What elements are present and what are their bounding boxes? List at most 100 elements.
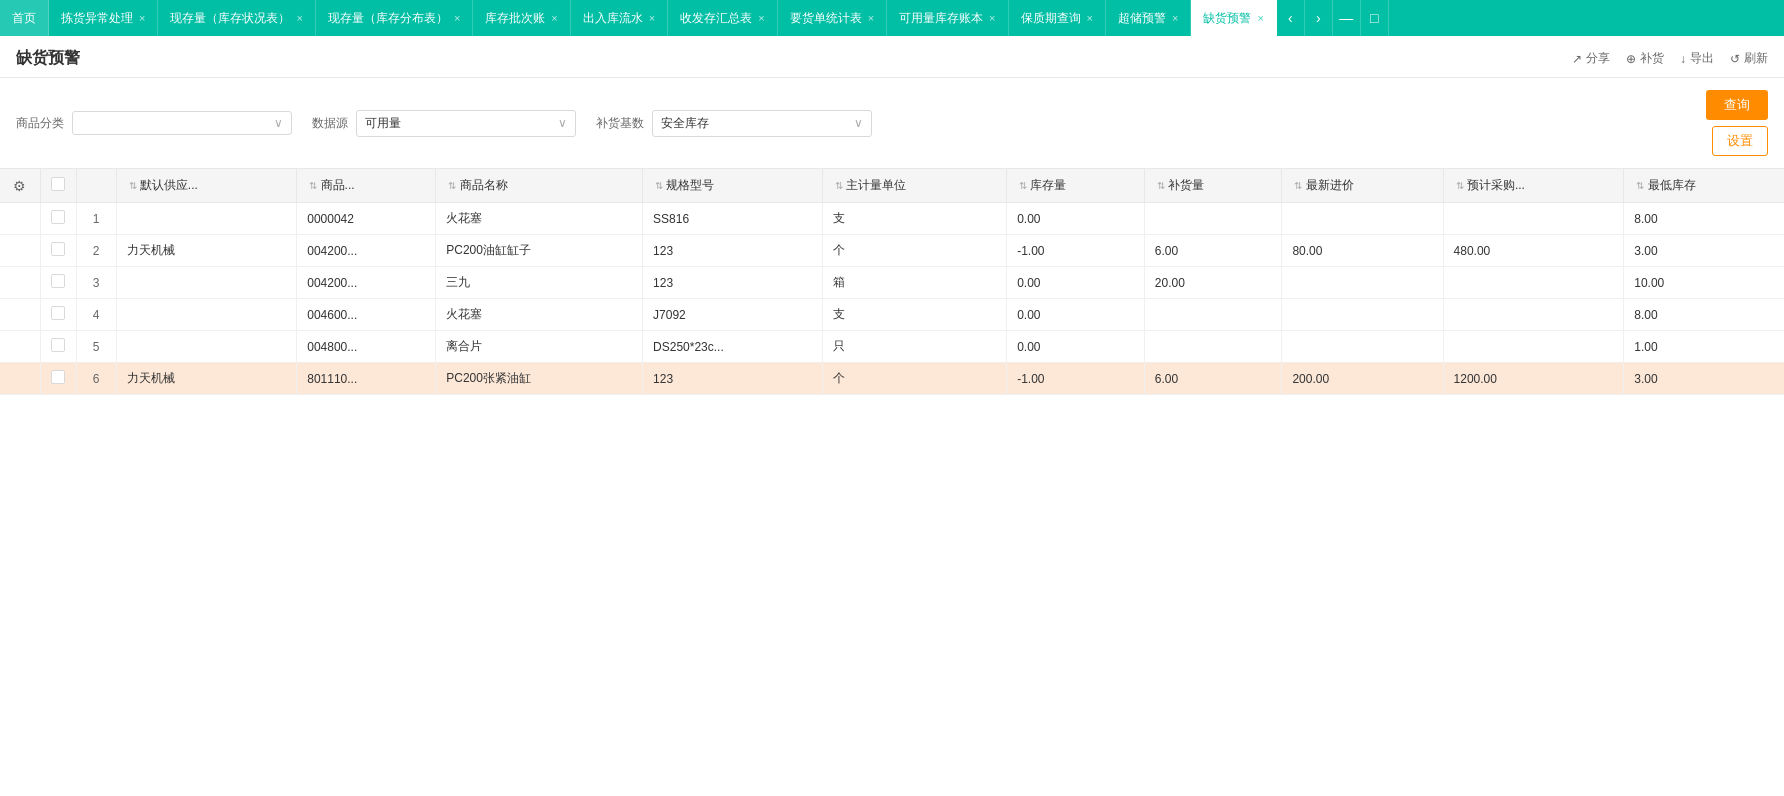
- row-replenish-qty: [1144, 299, 1282, 331]
- col-replenish-qty[interactable]: ⇅ 补货量: [1144, 169, 1282, 203]
- col-spec-model[interactable]: ⇅ 规格型号: [643, 169, 822, 203]
- close-inout-flow-tab[interactable]: ×: [649, 12, 655, 24]
- row-checkbox[interactable]: [51, 306, 65, 320]
- category-filter-group: 商品分类 ∨: [16, 111, 292, 135]
- col-product-name[interactable]: ⇅ 商品名称: [436, 169, 643, 203]
- tab-exception[interactable]: 拣货异常处理 ×: [49, 0, 158, 36]
- tab-inventory-dist[interactable]: 现存量（库存分布表） ×: [316, 0, 473, 36]
- close-available-ledger-tab[interactable]: ×: [989, 12, 995, 24]
- page-title: 缺货预警: [16, 48, 80, 69]
- tab-prev-button[interactable]: ‹: [1277, 0, 1305, 36]
- replenish-basis-filter-group: 补货基数 安全库存 ∨: [596, 110, 872, 137]
- close-inventory-dist-tab[interactable]: ×: [454, 12, 460, 24]
- tab-maximize-button[interactable]: □: [1361, 0, 1389, 36]
- row-spec-model: 123: [643, 363, 822, 395]
- tab-available-ledger[interactable]: 可用量库存账本 ×: [887, 0, 1008, 36]
- row-replenish-qty: [1144, 331, 1282, 363]
- replenish-basis-select[interactable]: 安全库存 ∨: [652, 110, 872, 137]
- tab-batch-account[interactable]: 库存批次账 ×: [473, 0, 570, 36]
- row-estimated-purchase: 480.00: [1443, 235, 1624, 267]
- tab-next-button[interactable]: ›: [1305, 0, 1333, 36]
- row-stock-qty: 0.00: [1007, 203, 1145, 235]
- replenish-basis-chevron-icon: ∨: [854, 116, 863, 130]
- close-batch-account-tab[interactable]: ×: [551, 12, 557, 24]
- row-product-code: 004800...: [297, 331, 436, 363]
- row-latest-price: [1282, 203, 1443, 235]
- query-button[interactable]: 查询: [1706, 90, 1768, 120]
- tab-expiry-query[interactable]: 保质期查询 ×: [1009, 0, 1106, 36]
- row-checkbox-cell: [40, 203, 76, 235]
- tab-overstock[interactable]: 超储预警 ×: [1106, 0, 1191, 36]
- col-product-code[interactable]: ⇅ 商品...: [297, 169, 436, 203]
- refresh-button[interactable]: ↺ 刷新: [1730, 50, 1768, 67]
- row-unit: 个: [822, 363, 1007, 395]
- row-latest-price: [1282, 331, 1443, 363]
- row-config: [0, 235, 40, 267]
- header-actions: ↗ 分享 ⊕ 补货 ↓ 导出 ↺ 刷新: [1572, 50, 1768, 67]
- col-default-supplier[interactable]: ⇅ 默认供应...: [116, 169, 297, 203]
- col-estimated-purchase[interactable]: ⇅ 预计采购...: [1443, 169, 1624, 203]
- row-checkbox-cell: [40, 331, 76, 363]
- select-all-checkbox[interactable]: [51, 177, 65, 191]
- row-default-supplier: 力天机械: [116, 235, 297, 267]
- row-product-code: 0000042: [297, 203, 436, 235]
- replenish-basis-value: 安全库存: [661, 115, 709, 132]
- row-checkbox-cell: [40, 235, 76, 267]
- close-overstock-tab[interactable]: ×: [1172, 12, 1178, 24]
- category-label: 商品分类: [16, 115, 64, 132]
- tab-inventory-status[interactable]: 现存量（库存状况表） ×: [158, 0, 315, 36]
- row-min-stock: 3.00: [1624, 235, 1784, 267]
- tab-inout-flow[interactable]: 出入库流水 ×: [571, 0, 668, 36]
- row-product-name: PC200张紧油缸: [436, 363, 643, 395]
- share-button[interactable]: ↗ 分享: [1572, 50, 1610, 67]
- row-num: 1: [76, 203, 116, 235]
- row-checkbox[interactable]: [51, 210, 65, 224]
- sort-icon: ⇅: [1294, 180, 1302, 191]
- tab-minimize-button[interactable]: —: [1333, 0, 1361, 36]
- close-expiry-query-tab[interactable]: ×: [1087, 12, 1093, 24]
- col-stock-qty[interactable]: ⇅ 库存量: [1007, 169, 1145, 203]
- category-select[interactable]: ∨: [72, 111, 292, 135]
- sort-icon: ⇅: [1456, 180, 1464, 191]
- row-checkbox[interactable]: [51, 370, 65, 384]
- tab-home[interactable]: 首页: [0, 0, 49, 36]
- close-shortage-tab[interactable]: ×: [1257, 12, 1263, 24]
- row-spec-model: 123: [643, 235, 822, 267]
- row-checkbox[interactable]: [51, 338, 65, 352]
- row-checkbox[interactable]: [51, 242, 65, 256]
- row-num: 3: [76, 267, 116, 299]
- row-checkbox[interactable]: [51, 274, 65, 288]
- row-config: [0, 331, 40, 363]
- replenish-icon: ⊕: [1626, 52, 1636, 66]
- close-receipt-summary-tab[interactable]: ×: [758, 12, 764, 24]
- tab-bar: 首页 拣货异常处理 × 现存量（库存状况表） × 现存量（库存分布表） × 库存…: [0, 0, 1784, 36]
- row-stock-qty: 0.00: [1007, 267, 1145, 299]
- col-unit[interactable]: ⇅ 主计量单位: [822, 169, 1007, 203]
- tab-shortage[interactable]: 缺货预警 ×: [1191, 0, 1276, 36]
- export-button[interactable]: ↓ 导出: [1680, 50, 1714, 67]
- filter-actions: 查询 设置: [1706, 90, 1768, 156]
- row-num: 2: [76, 235, 116, 267]
- tab-receipt-summary[interactable]: 收发存汇总表 ×: [668, 0, 777, 36]
- row-product-code: 004200...: [297, 267, 436, 299]
- close-order-stats-tab[interactable]: ×: [868, 12, 874, 24]
- settings-button[interactable]: 设置: [1712, 126, 1768, 156]
- close-exception-tab[interactable]: ×: [139, 12, 145, 24]
- close-inventory-status-tab[interactable]: ×: [296, 12, 302, 24]
- datasource-select[interactable]: 可用量 ∨: [356, 110, 576, 137]
- config-gear-icon[interactable]: ⚙: [13, 178, 26, 194]
- tab-order-stats[interactable]: 要货单统计表 ×: [778, 0, 887, 36]
- datasource-value: 可用量: [365, 115, 401, 132]
- row-min-stock: 8.00: [1624, 203, 1784, 235]
- col-num: [76, 169, 116, 203]
- filter-bar: 商品分类 ∨ 数据源 可用量 ∨ 补货基数 安全库存 ∨ 查询 设置: [0, 78, 1784, 168]
- row-min-stock: 8.00: [1624, 299, 1784, 331]
- col-config[interactable]: ⚙: [0, 169, 40, 203]
- replenish-basis-label: 补货基数: [596, 115, 644, 132]
- row-stock-qty: -1.00: [1007, 363, 1145, 395]
- col-latest-price[interactable]: ⇅ 最新进价: [1282, 169, 1443, 203]
- row-default-supplier: [116, 267, 297, 299]
- col-min-stock[interactable]: ⇅ 最低库存: [1624, 169, 1784, 203]
- replenish-button[interactable]: ⊕ 补货: [1626, 50, 1664, 67]
- sort-icon: ⇅: [309, 180, 317, 191]
